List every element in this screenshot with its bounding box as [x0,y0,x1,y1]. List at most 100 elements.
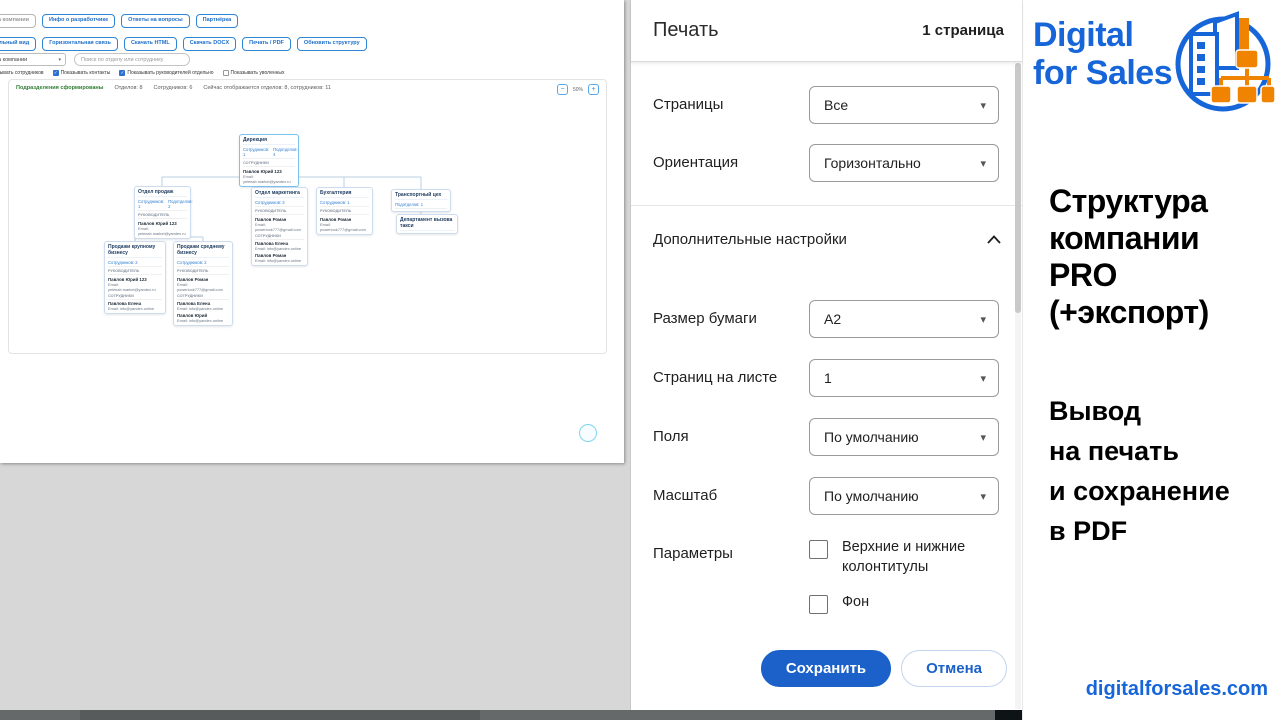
promo-heading-line: компании [1049,220,1209,257]
chevron-up-icon [987,235,1001,244]
org-box[interactable]: Продажи среднему бизнесуСотрудников: 2РУ… [173,241,233,326]
advanced-settings-toggle[interactable]: Дополнительные настройки [653,231,1001,248]
toolbar-button[interactable]: Печать / PDF [242,37,291,51]
chevron-down-icon: ▾ [980,99,986,112]
margins-select[interactable]: По умолчанию▾ [809,418,999,456]
floating-action-circle[interactable] [579,424,597,442]
print-option-checkbox[interactable]: Верхние и нижние колонтитулы [809,538,987,577]
org-box-stats: Сотрудников: 1Подотделов: 2 [138,197,187,211]
org-box[interactable]: ДирекцияСотрудников: 1Подотделов: 4СОТРУ… [239,134,299,187]
options-list: Верхние и нижние колонтитулы Фон [809,538,987,614]
select-value: Горизонтально [824,155,921,171]
filter-checkbox[interactable]: ✓Показывать сотрудников [0,70,44,76]
select-value: По умолчанию [824,429,919,445]
org-box-section-label: РУКОВОДИТЕЛЬ [138,213,187,219]
toolbar-button[interactable]: Скачать DOCX [183,37,236,51]
person-email: Email: powerlook777@gmail.com [255,222,304,232]
print-dialog-footer: Сохранить Отмена [761,650,1007,687]
page-checkbox-row: ✓Показывать сотрудников✓Показывать конта… [0,70,284,76]
search-input[interactable]: Поиск по отделу или сотруднику [74,53,190,66]
bottom-bar-segment [80,710,480,720]
field-label: Поля [653,428,689,445]
print-option-checkbox[interactable]: Фон [809,593,987,614]
promo-sub-line: Вывод [1049,392,1230,432]
page-toolbar-row-actions: Вертикальный вид Горизонтальная связь Скач… [0,37,367,51]
chevron-down-icon: ▾ [980,157,986,170]
person-email: Email: powerlook777@gmail.com [177,282,229,292]
person-email: Email: info@yandex.online [255,246,304,251]
org-box[interactable]: Департамент вызова такси [396,214,458,234]
org-box-section-label: РУКОВОДИТЕЛЬ [320,209,369,215]
org-box-stat: Сотрудников: 1 [138,199,164,209]
org-box-stats: Сотрудников: 3 [255,198,304,207]
scale-select[interactable]: По умолчанию▾ [809,477,999,515]
brand-panel: Digital for Sales [1022,0,1280,720]
pages-select[interactable]: Все ▾ [809,86,999,124]
structure-select-value: Структура компании [0,57,27,63]
person-email: Email: yelenab.market@yandex.ru [243,174,295,184]
select-value: 1 [824,370,832,386]
dialog-scrollbar[interactable] [1015,63,1021,709]
person-email: Email: info@yandex.online [177,306,229,311]
chevron-down-icon: ▾ [58,57,61,63]
org-box[interactable]: Отдел продажСотрудников: 1Подотделов: 2 Р… [134,186,191,239]
checkbox-unchecked-icon: ✓ [223,70,229,76]
select-value: Все [824,97,848,113]
org-box-section-label: РУКОВОДИТЕЛЬ [255,209,304,215]
org-box[interactable]: БухгалтерияСотрудников: 1РУКОВОДИТЕЛЬПав… [316,187,373,235]
toolbar-button[interactable]: Вертикальный вид [0,37,36,51]
filter-checkbox[interactable]: ✓Показывать руководителей отдельно [119,70,213,76]
print-advanced-settings: Размер бумагиA2▾Страниц на листе1▾ПоляПо… [631,300,1022,515]
print-dialog-header: Печать 1 страница [631,0,1022,62]
filter-checkbox-label: Показывать контакты [61,70,111,76]
chevron-down-icon: ▾ [980,372,986,385]
org-box-stats: Сотрудников: 2 [108,258,162,267]
org-box-section-label: РУКОВОДИТЕЛЬ [108,269,162,275]
search-placeholder: Поиск по отделу или сотруднику [81,57,163,63]
paper-size-select[interactable]: A2▾ [809,300,999,338]
print-preview-area: Структура компании Инфо о разработчике Отв… [0,0,630,710]
orgchart-frame: Подразделения сформированы Отделов: 8 Со… [8,79,607,354]
toolbar-button[interactable]: Структура компании [0,14,36,28]
structure-select[interactable]: Структура компании ▾ [0,53,66,66]
org-box-section-label: СОТРУДНИКИ [243,161,295,167]
org-box-title: Бухгалтерия [320,190,369,198]
org-box-title: Отдел продаж [138,189,187,197]
field-label: Страниц на листе [653,369,777,386]
org-box[interactable]: Транспортный цехПодотделов: 1 [391,189,451,212]
select-value: A2 [824,311,841,327]
save-button[interactable]: Сохранить [761,650,891,687]
print-field-row-orientation: ОриентацияГоризонтально▾ [631,144,1022,182]
scrollbar-thumb[interactable] [1015,63,1021,313]
toolbar-button[interactable]: Ответы на вопросы [121,14,190,28]
org-box-section-label: СОТРУДНИКИ [108,294,162,300]
filter-checkbox[interactable]: ✓Показывать контакты [53,70,111,76]
filter-checkbox-label: Показывать руководителей отдельно [127,70,213,76]
org-box-title: Департамент вызова такси [400,217,454,231]
toolbar-button[interactable]: Горизонтальная связь [42,37,118,51]
org-box-section-label: РУКОВОДИТЕЛЬ [177,269,229,275]
toolbar-button[interactable]: Инфо о разработчике [42,14,115,28]
org-box-stat: Подотделов: 4 [273,147,298,157]
org-box-stat: Сотрудников: 2 [108,260,138,265]
org-box-title: Продажи крупному бизнесу [108,244,162,258]
org-box-stats: Сотрудников: 1Подотделов: 4 [243,145,295,159]
checkbox-unchecked-icon [809,540,828,559]
orientation-select[interactable]: Горизонтально ▾ [809,144,999,182]
org-box-title: Отдел маркетинга [255,190,304,198]
print-field-row-scale: МасштабПо умолчанию▾ [631,477,1022,515]
page-count-label: 1 страница [922,22,1006,39]
chevron-down-icon: ▾ [980,490,986,503]
org-box[interactable]: Отдел маркетингаСотрудников: 3 РУКОВОДИТЕ… [251,187,308,266]
org-box[interactable]: Продажи крупному бизнесу Сотрудников: 2 РУ… [104,241,166,314]
org-box-title: Транспортный цех [395,192,447,200]
org-box-stats: Сотрудников: 1 [320,198,369,207]
pages-per-sheet-select[interactable]: 1▾ [809,359,999,397]
cancel-button[interactable]: Отмена [901,650,1007,687]
filter-checkbox[interactable]: ✓Показывать уволенных [223,70,285,76]
person-email: Email: info@yandex.online [108,306,162,311]
toolbar-button[interactable]: Скачать HTML [124,37,177,51]
toolbar-button[interactable]: Обновить структуру [297,37,367,51]
toolbar-button[interactable]: Партнёрка [196,14,239,28]
options-label: Параметры [653,545,733,562]
